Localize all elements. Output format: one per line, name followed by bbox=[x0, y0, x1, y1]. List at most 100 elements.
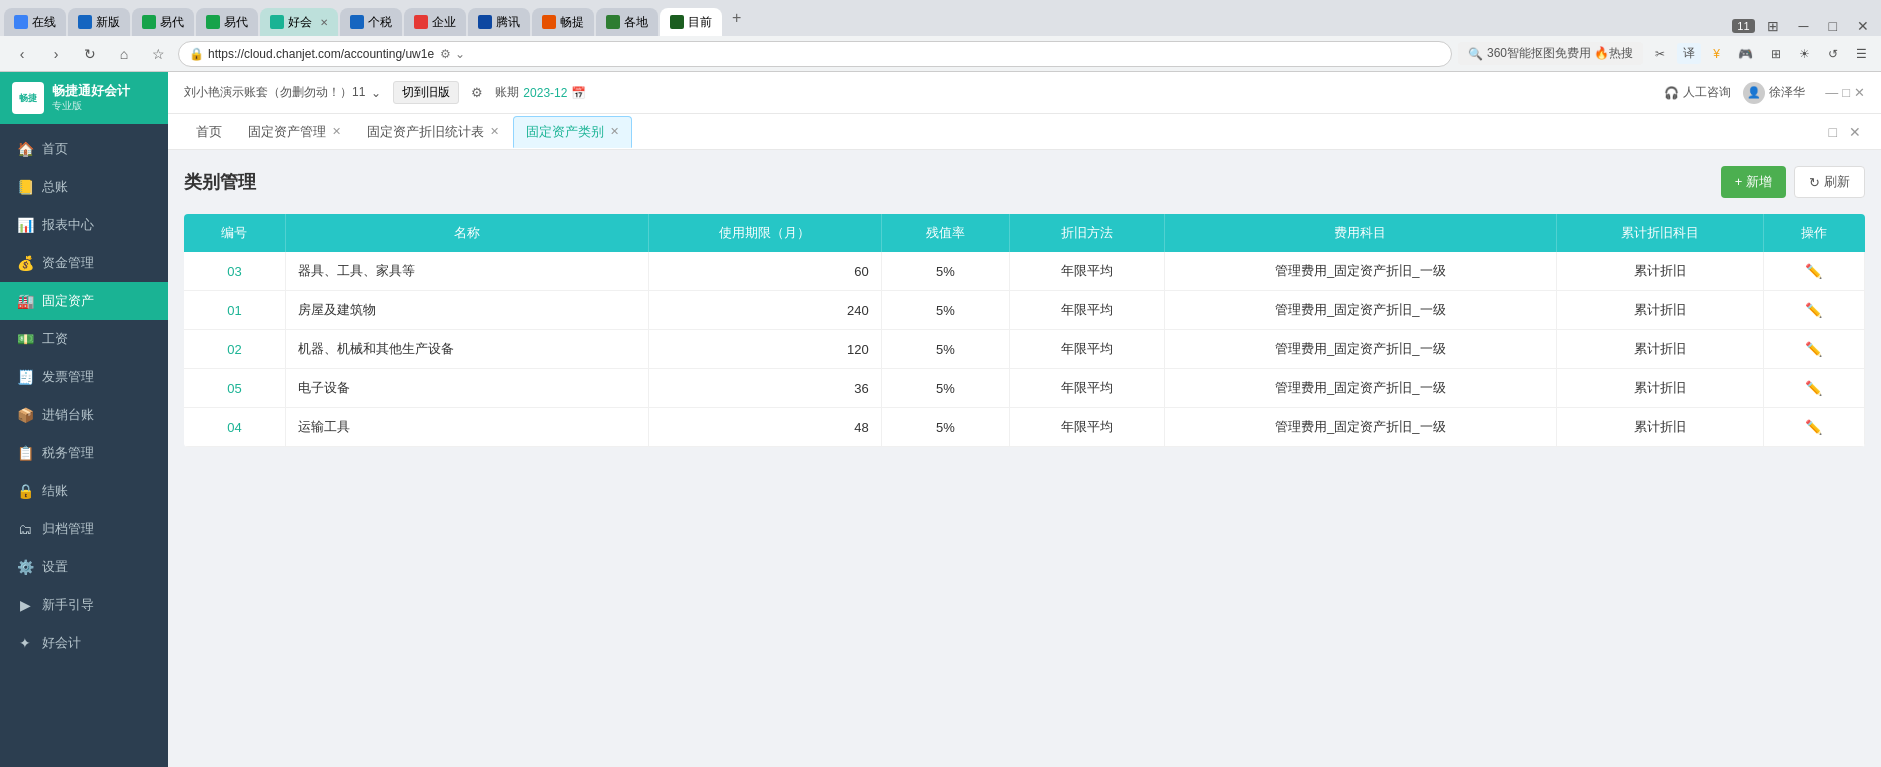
security-icon: 🔒 bbox=[189, 47, 204, 61]
cell-residual-3: 5% bbox=[881, 369, 1009, 408]
tab-close-depreciation[interactable]: ✕ bbox=[490, 125, 499, 138]
sidebar-item-payroll[interactable]: 💵 工资 bbox=[0, 320, 168, 358]
browser-tab-muqian[interactable]: 目前 bbox=[660, 8, 722, 36]
translate-button[interactable]: 译 bbox=[1677, 43, 1701, 64]
row-id-link-2[interactable]: 02 bbox=[227, 342, 241, 357]
tab-fixed-assets-depreciation[interactable]: 固定资产折旧统计表 ✕ bbox=[355, 117, 511, 147]
grid-button[interactable]: ⊞ bbox=[1765, 45, 1787, 63]
sidebar-item-ledger[interactable]: 📒 总账 bbox=[0, 168, 168, 206]
browser-tab-geshu[interactable]: 个税 bbox=[340, 8, 402, 36]
edit-button-0[interactable]: ✏️ bbox=[1805, 263, 1822, 279]
sidebar-item-closing[interactable]: 🔒 结账 bbox=[0, 472, 168, 510]
home-button[interactable]: ⌂ bbox=[110, 40, 138, 68]
cell-period-1: 240 bbox=[649, 291, 882, 330]
browser-tab-tengxun[interactable]: 腾讯 bbox=[468, 8, 530, 36]
minimize-app-button[interactable]: — bbox=[1825, 85, 1838, 100]
address-bar[interactable]: 🔒 https://cloud.chanjet.com/accounting/u… bbox=[178, 41, 1452, 67]
switch-old-version-button[interactable]: 切到旧版 bbox=[393, 81, 459, 104]
sidebar-item-guide[interactable]: ▶ 新手引导 bbox=[0, 586, 168, 624]
tab-fixed-assets-mgmt[interactable]: 固定资产管理 ✕ bbox=[236, 117, 353, 147]
search-text: 360智能抠图免费用 🔥热搜 bbox=[1487, 45, 1633, 62]
sidebar-item-reports[interactable]: 📊 报表中心 bbox=[0, 206, 168, 244]
forward-button[interactable]: › bbox=[42, 40, 70, 68]
tab-close-fixed-assets-mgmt[interactable]: ✕ bbox=[332, 125, 341, 138]
sidebar-item-tax[interactable]: 📋 税务管理 bbox=[0, 434, 168, 472]
user-info: 刘小艳演示账套（勿删勿动！）11 ⌄ bbox=[184, 84, 381, 101]
row-id-link-0[interactable]: 03 bbox=[227, 264, 241, 279]
cell-residual-4: 5% bbox=[881, 408, 1009, 447]
sidebar-home-label: 首页 bbox=[42, 140, 68, 158]
tab-home[interactable]: 首页 bbox=[184, 117, 234, 147]
theme-button[interactable]: ☀ bbox=[1793, 45, 1816, 63]
page-header: 类别管理 + 新增 ↻ 刷新 bbox=[184, 166, 1865, 198]
back-button[interactable]: ‹ bbox=[8, 40, 36, 68]
browser-tab-xinban[interactable]: 新版 bbox=[68, 8, 130, 36]
add-button[interactable]: + 新增 bbox=[1721, 166, 1786, 198]
row-id-link-3[interactable]: 05 bbox=[227, 381, 241, 396]
address-expand-icon[interactable]: ⌄ bbox=[455, 47, 465, 61]
browser-tab-haokuai[interactable]: 好会 ✕ bbox=[260, 8, 338, 36]
refresh-data-button[interactable]: ↻ 刷新 bbox=[1794, 166, 1865, 198]
sidebar-item-settings[interactable]: ⚙️ 设置 bbox=[0, 548, 168, 586]
menu-button[interactable]: ☰ bbox=[1850, 45, 1873, 63]
maximize-app-button[interactable]: □ bbox=[1842, 85, 1850, 100]
sidebar-item-inventory[interactable]: 📦 进销台账 bbox=[0, 396, 168, 434]
cell-id-4: 04 bbox=[184, 408, 285, 447]
calendar-icon[interactable]: 📅 bbox=[571, 86, 586, 100]
browser-tab-qiye[interactable]: 企业 bbox=[404, 8, 466, 36]
search-bar[interactable]: 🔍 360智能抠图免费用 🔥热搜 bbox=[1458, 42, 1643, 65]
sidebar-item-more[interactable]: ✦ 好会计 bbox=[0, 624, 168, 662]
sidebar-item-archive[interactable]: 🗂 归档管理 bbox=[0, 510, 168, 548]
close-app-button[interactable]: ✕ bbox=[1854, 85, 1865, 100]
minimize-button[interactable]: ─ bbox=[1791, 16, 1817, 36]
edit-button-4[interactable]: ✏️ bbox=[1805, 419, 1822, 435]
sidebar: 畅捷 畅捷通好会计 专业版 🏠 首页 📒 总账 📊 报表中心 💰 资金管 bbox=[0, 72, 168, 767]
browser-tab-gedi[interactable]: 各地 bbox=[596, 8, 658, 36]
table-row: 02 机器、机械和其他生产设备 120 5% 年限平均 管理费用_固定资产折旧_… bbox=[184, 330, 1865, 369]
reports-icon: 📊 bbox=[16, 216, 34, 234]
sidebar-item-fixed-assets[interactable]: 🏭 固定资产 bbox=[0, 282, 168, 320]
browser-tab-yidai1[interactable]: 易代 bbox=[132, 8, 194, 36]
user-avatar-area[interactable]: 👤 徐泽华 bbox=[1743, 82, 1805, 104]
cell-period-3: 36 bbox=[649, 369, 882, 408]
browser-tab-changtui[interactable]: 畅提 bbox=[532, 8, 594, 36]
service-button[interactable]: 🎧 人工咨询 bbox=[1664, 84, 1731, 101]
cell-accumulated-3: 累计折旧 bbox=[1556, 369, 1763, 408]
cell-period-2: 120 bbox=[649, 330, 882, 369]
new-tab-button[interactable]: + bbox=[724, 5, 749, 31]
settings-icon-topbar[interactable]: ⚙ bbox=[471, 85, 483, 100]
cell-method-0: 年限平均 bbox=[1010, 252, 1165, 291]
main-content: 刘小艳演示账套（勿删勿动！）11 ⌄ 切到旧版 ⚙ 账期 2023-12 📅 🎧… bbox=[168, 72, 1881, 767]
edit-button-2[interactable]: ✏️ bbox=[1805, 341, 1822, 357]
sidebar-logo: 畅捷 畅捷通好会计 专业版 bbox=[0, 72, 168, 124]
expand-icon[interactable]: ⌄ bbox=[371, 86, 381, 100]
tab-window-close-button[interactable]: ✕ bbox=[1845, 124, 1865, 140]
maximize-button[interactable]: □ bbox=[1821, 16, 1845, 36]
top-bar-right: 🎧 人工咨询 👤 徐泽华 bbox=[1664, 82, 1805, 104]
cell-accumulated-2: 累计折旧 bbox=[1556, 330, 1763, 369]
game-button[interactable]: 🎮 bbox=[1732, 45, 1759, 63]
undo-button[interactable]: ↺ bbox=[1822, 45, 1844, 63]
row-id-link-4[interactable]: 04 bbox=[227, 420, 241, 435]
table-row: 01 房屋及建筑物 240 5% 年限平均 管理费用_固定资产折旧_一级 累计折… bbox=[184, 291, 1865, 330]
tab-close-category[interactable]: ✕ bbox=[610, 125, 619, 138]
edit-button-3[interactable]: ✏️ bbox=[1805, 380, 1822, 396]
browser-tab-zaixin[interactable]: 在线 bbox=[4, 8, 66, 36]
refresh-button[interactable]: ↻ bbox=[76, 40, 104, 68]
currency-button[interactable]: ¥ bbox=[1707, 45, 1726, 63]
site-settings-icon[interactable]: ⚙ bbox=[440, 47, 451, 61]
ledger-icon: 📒 bbox=[16, 178, 34, 196]
browser-tab-close-haokuai[interactable]: ✕ bbox=[320, 17, 328, 28]
extensions-button[interactable]: ⊞ bbox=[1759, 16, 1787, 36]
edit-button-1[interactable]: ✏️ bbox=[1805, 302, 1822, 318]
sidebar-item-invoice[interactable]: 🧾 发票管理 bbox=[0, 358, 168, 396]
close-window-button[interactable]: ✕ bbox=[1849, 16, 1877, 36]
bookmark-button[interactable]: ☆ bbox=[144, 40, 172, 68]
row-id-link-1[interactable]: 01 bbox=[227, 303, 241, 318]
sidebar-item-home[interactable]: 🏠 首页 bbox=[0, 130, 168, 168]
cut-button[interactable]: ✂ bbox=[1649, 45, 1671, 63]
tab-window-restore-button[interactable]: □ bbox=[1825, 124, 1841, 140]
sidebar-item-funds[interactable]: 💰 资金管理 bbox=[0, 244, 168, 282]
tab-fixed-assets-category[interactable]: 固定资产类别 ✕ bbox=[513, 116, 632, 148]
browser-tab-yidai2[interactable]: 易代 bbox=[196, 8, 258, 36]
